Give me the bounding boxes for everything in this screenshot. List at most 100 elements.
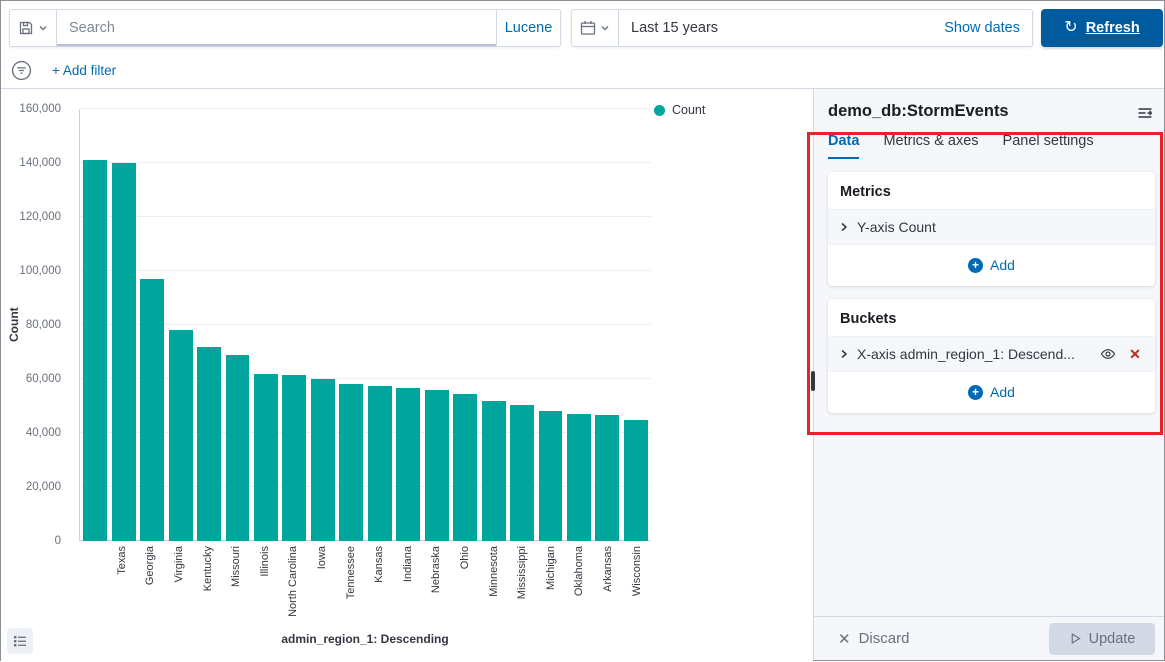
collapse-sidebar-button[interactable] — [1135, 103, 1155, 123]
x-tick-label: Arkansas — [602, 546, 614, 592]
y-tick-label: 20,000 — [26, 481, 61, 493]
save-icon — [18, 20, 34, 36]
metrics-add-row: + Add — [828, 245, 1155, 286]
legend-toggle-button[interactable] — [7, 628, 33, 654]
plot-area — [79, 109, 651, 541]
plus-icon: + — [968, 258, 983, 273]
bar[interactable] — [539, 411, 563, 541]
buckets-add-row: + Add — [828, 372, 1155, 413]
play-icon — [1069, 632, 1082, 645]
x-tick-label: Nebraska — [430, 546, 442, 593]
y-tick-label: 120,000 — [19, 211, 61, 223]
chevron-down-icon — [600, 23, 610, 33]
eye-icon — [1100, 346, 1116, 362]
buckets-header: Buckets — [828, 299, 1155, 336]
y-tick-label: 100,000 — [19, 265, 61, 277]
bar[interactable] — [112, 163, 136, 541]
x-tick-label: Michigan — [545, 546, 557, 590]
x-tick-label: Wisconsin — [631, 546, 643, 596]
resizer-handle[interactable] — [811, 371, 815, 391]
x-tick-label: Georgia — [144, 546, 156, 585]
bar[interactable] — [624, 420, 648, 542]
metric-y-axis-row[interactable]: Y-axis Count — [828, 209, 1155, 245]
bar[interactable] — [282, 375, 306, 541]
remove-bucket-button[interactable]: ✕ — [1125, 344, 1145, 364]
y-tick-label: 60,000 — [26, 373, 61, 385]
show-dates-button[interactable]: Show dates — [932, 10, 1032, 46]
calendar-icon — [580, 20, 596, 36]
add-filter-button[interactable]: + Add filter — [52, 63, 116, 78]
x-tick-label: Mississippi — [516, 546, 528, 599]
bar[interactable] — [396, 388, 420, 541]
sidebar-footer: ✕ Discard Update — [814, 616, 1164, 660]
y-tick-label: 0 — [55, 535, 61, 547]
bar[interactable] — [567, 414, 591, 541]
bar[interactable] — [453, 394, 477, 541]
legend-label: Count — [672, 103, 705, 117]
metrics-card: Metrics Y-axis Count + Add — [828, 172, 1155, 286]
bar[interactable] — [254, 374, 278, 541]
y-tick-label: 80,000 — [26, 319, 61, 331]
visualization-chart: Count Count 020,00040,00060,00080,000100… — [1, 89, 813, 662]
x-tick-label: Ohio — [459, 546, 471, 569]
bar[interactable] — [510, 405, 534, 541]
plus-icon: + — [968, 385, 983, 400]
chart-legend[interactable]: Count — [654, 103, 705, 117]
chevron-right-icon — [838, 221, 850, 233]
x-tick-label: Virginia — [173, 546, 185, 583]
bar[interactable] — [311, 379, 335, 541]
query-language-button[interactable]: Lucene — [496, 10, 560, 46]
panel-resizer[interactable] — [813, 89, 814, 660]
bar[interactable] — [368, 386, 392, 541]
tab-data[interactable]: Data — [828, 133, 859, 159]
x-tick-label: Oklahoma — [573, 546, 585, 596]
discard-label: Discard — [859, 630, 910, 647]
time-range-label[interactable]: Last 15 years — [619, 10, 932, 46]
discard-button[interactable]: ✕ Discard — [838, 630, 909, 648]
add-bucket-label: Add — [990, 384, 1015, 400]
saved-query-menu-button[interactable] — [10, 10, 57, 46]
y-axis-ticks: 020,00040,00060,00080,000100,000120,0001… — [1, 109, 69, 541]
remove-icon: ✕ — [1129, 346, 1141, 363]
bar[interactable] — [425, 390, 449, 541]
metric-row-label: Y-axis Count — [857, 219, 1145, 235]
x-tick-label: Missouri — [230, 546, 242, 587]
bar[interactable] — [595, 415, 619, 541]
bar[interactable] — [83, 160, 107, 541]
refresh-button[interactable]: ↻ Refresh — [1041, 9, 1163, 47]
search-input[interactable] — [57, 10, 496, 46]
x-tick-label: Tennessee — [345, 546, 357, 599]
update-label: Update — [1089, 631, 1136, 647]
add-metric-label: Add — [990, 257, 1015, 273]
bar[interactable] — [197, 347, 221, 541]
bar[interactable] — [226, 355, 250, 541]
tab-panel-settings[interactable]: Panel settings — [1003, 133, 1094, 159]
x-tick-label: Kentucky — [202, 546, 214, 591]
toggle-visibility-button[interactable] — [1098, 344, 1118, 364]
sidebar-header: demo_db:StormEvents — [814, 89, 1164, 121]
bar[interactable] — [339, 384, 363, 541]
tab-metrics-axes[interactable]: Metrics & axes — [883, 133, 978, 159]
bar[interactable] — [140, 279, 164, 541]
x-tick-label: Iowa — [316, 546, 328, 569]
y-tick-label: 160,000 — [19, 103, 61, 115]
bar[interactable] — [482, 401, 506, 541]
x-tick-label: North Carolina — [287, 546, 299, 617]
bars — [80, 109, 651, 541]
menu-right-icon — [1137, 105, 1153, 121]
x-tick-label: Kansas — [373, 546, 385, 583]
chevron-down-icon — [38, 23, 48, 33]
bucket-row-label: X-axis admin_region_1: Descend... — [857, 346, 1091, 362]
y-tick-label: 40,000 — [26, 427, 61, 439]
update-button[interactable]: Update — [1049, 623, 1155, 655]
query-bar: Lucene — [9, 9, 561, 47]
bucket-x-axis-row[interactable]: X-axis admin_region_1: Descend... ✕ — [828, 336, 1155, 372]
filter-icon[interactable] — [11, 60, 32, 81]
add-metric-button[interactable]: + Add — [968, 257, 1015, 273]
top-navigation-bar: Lucene Last 15 years Show dates ↻ Refres… — [1, 1, 1164, 89]
calendar-button[interactable] — [572, 10, 619, 46]
add-bucket-button[interactable]: + Add — [968, 384, 1015, 400]
buckets-card: Buckets X-axis admin_region_1: Descend..… — [828, 299, 1155, 413]
y-tick-label: 140,000 — [19, 157, 61, 169]
bar[interactable] — [169, 330, 193, 541]
